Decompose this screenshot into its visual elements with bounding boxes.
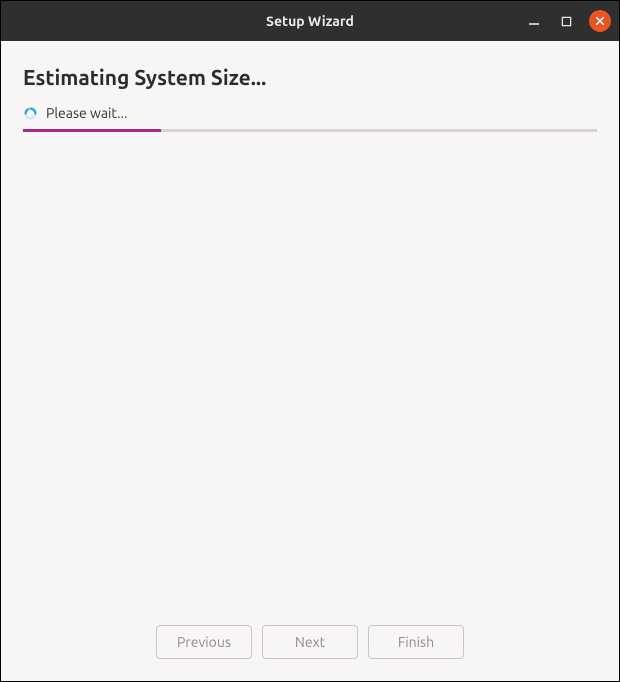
maximize-button[interactable]	[557, 12, 575, 30]
progress-fill	[23, 129, 161, 132]
next-button[interactable]: Next	[262, 625, 358, 659]
titlebar[interactable]: Setup Wizard	[1, 1, 619, 41]
page-heading: Estimating System Size...	[23, 65, 597, 89]
content-area: Estimating System Size... Please wait...	[1, 41, 619, 611]
status-text: Please wait...	[46, 105, 127, 121]
window-controls	[525, 10, 611, 32]
previous-button[interactable]: Previous	[156, 625, 252, 659]
close-button[interactable]	[589, 10, 611, 32]
status-row: Please wait...	[23, 105, 597, 121]
minimize-button[interactable]	[525, 12, 543, 30]
footer-buttons: Previous Next Finish	[1, 611, 619, 681]
progress-bar	[23, 129, 597, 132]
spinner-icon	[23, 106, 38, 121]
finish-button[interactable]: Finish	[368, 625, 464, 659]
window-title: Setup Wizard	[266, 13, 354, 29]
wizard-window: Setup Wizard Estimating System Size...	[0, 0, 620, 682]
